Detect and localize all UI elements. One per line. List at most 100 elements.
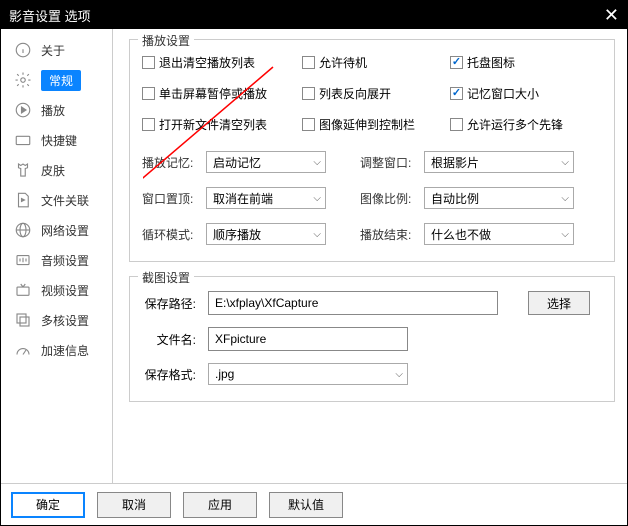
chevron-down-icon: ⌵ bbox=[395, 369, 403, 380]
sidebar-item-label: 皮肤 bbox=[41, 162, 65, 179]
checkbox-icon bbox=[142, 56, 155, 69]
info-icon bbox=[13, 40, 33, 60]
playback-legend: 播放设置 bbox=[138, 32, 194, 49]
checkbox-tray-icon[interactable]: 托盘图标 bbox=[450, 54, 515, 71]
select-save-format[interactable]: .jpg ⌵ bbox=[208, 363, 408, 385]
titlebar: 影音设置 选项 ✕ bbox=[1, 1, 627, 29]
select-value: 启动记忆 bbox=[213, 154, 261, 171]
checkbox-allow-standby[interactable]: 允许待机 bbox=[302, 54, 450, 71]
checkbox-label: 允许待机 bbox=[319, 54, 367, 71]
sidebar-item-skin[interactable]: 皮肤 bbox=[1, 155, 112, 185]
checkbox-label: 图像延伸到控制栏 bbox=[319, 116, 415, 133]
footer: 确定 取消 应用 默认值 bbox=[1, 483, 627, 525]
sidebar-item-network[interactable]: 网络设置 bbox=[1, 215, 112, 245]
checkbox-icon bbox=[142, 87, 155, 100]
filename-input[interactable] bbox=[208, 327, 408, 351]
window-title: 影音设置 选项 bbox=[9, 6, 91, 25]
checkbox-extend-image[interactable]: 图像延伸到控制栏 bbox=[302, 116, 450, 133]
content-panel: 播放设置 退出清空播放列表 允许待机 托盘图标 单击屏幕暂停或播放 列表反向展开… bbox=[113, 29, 627, 483]
checkbox-label: 单击屏幕暂停或播放 bbox=[159, 85, 267, 102]
checkbox-reverse-expand[interactable]: 列表反向展开 bbox=[302, 85, 450, 102]
sidebar-item-label: 关于 bbox=[41, 42, 65, 59]
globe-icon bbox=[13, 220, 33, 240]
sidebar-item-label: 音频设置 bbox=[41, 252, 89, 269]
sidebar-item-playback[interactable]: 播放 bbox=[1, 95, 112, 125]
checkbox-label: 记忆窗口大小 bbox=[467, 85, 539, 102]
checkbox-clear-on-exit[interactable]: 退出清空播放列表 bbox=[142, 54, 302, 71]
checkbox-icon bbox=[450, 87, 463, 100]
checkbox-icon bbox=[302, 87, 315, 100]
select-playback-end[interactable]: 什么也不做 ⌵ bbox=[424, 223, 574, 245]
sidebar-item-accel[interactable]: 加速信息 bbox=[1, 335, 112, 365]
ok-button[interactable]: 确定 bbox=[11, 492, 85, 518]
speed-icon bbox=[13, 340, 33, 360]
chevron-down-icon: ⌵ bbox=[313, 193, 321, 204]
checkbox-icon bbox=[302, 118, 315, 131]
checkbox-label: 允许运行多个先锋 bbox=[467, 116, 563, 133]
path-label: 保存路径: bbox=[142, 295, 202, 312]
layers-icon bbox=[13, 310, 33, 330]
select-window-top[interactable]: 取消在前端 ⌵ bbox=[206, 187, 326, 209]
chevron-down-icon: ⌵ bbox=[313, 229, 321, 240]
sidebar-item-audio[interactable]: 音频设置 bbox=[1, 245, 112, 275]
checkbox-multi-instance[interactable]: 允许运行多个先锋 bbox=[450, 116, 563, 133]
save-path-input[interactable] bbox=[208, 291, 498, 315]
checkbox-label: 打开新文件清空列表 bbox=[159, 116, 267, 133]
tv-icon bbox=[13, 280, 33, 300]
checkbox-label: 托盘图标 bbox=[467, 54, 515, 71]
sidebar-item-label: 视频设置 bbox=[41, 282, 89, 299]
select-adjust-window[interactable]: 根据影片 ⌵ bbox=[424, 151, 574, 173]
sidebar-item-hotkeys[interactable]: 快捷键 bbox=[1, 125, 112, 155]
sidebar-item-file-assoc[interactable]: 文件关联 bbox=[1, 185, 112, 215]
sidebar-item-label: 多核设置 bbox=[41, 312, 89, 329]
shirt-icon bbox=[13, 160, 33, 180]
select-playback-memory[interactable]: 启动记忆 ⌵ bbox=[206, 151, 326, 173]
checkbox-icon bbox=[450, 118, 463, 131]
select-loop-mode[interactable]: 顺序播放 ⌵ bbox=[206, 223, 326, 245]
file-icon bbox=[13, 190, 33, 210]
apply-button[interactable]: 应用 bbox=[183, 492, 257, 518]
select-label: 播放结束: bbox=[360, 226, 424, 243]
sidebar-item-about[interactable]: 关于 bbox=[1, 35, 112, 65]
chevron-down-icon: ⌵ bbox=[561, 229, 569, 240]
select-value: 自动比例 bbox=[431, 190, 479, 207]
select-value: .jpg bbox=[215, 367, 234, 381]
chevron-down-icon: ⌵ bbox=[313, 157, 321, 168]
sidebar-item-label: 文件关联 bbox=[41, 192, 89, 209]
cancel-button[interactable]: 取消 bbox=[97, 492, 171, 518]
filename-label: 文件名: bbox=[142, 331, 202, 348]
select-label: 调整窗口: bbox=[360, 154, 424, 171]
select-value: 什么也不做 bbox=[431, 226, 491, 243]
checkbox-icon bbox=[450, 56, 463, 69]
sidebar-item-video[interactable]: 视频设置 bbox=[1, 275, 112, 305]
sidebar-item-multicore[interactable]: 多核设置 bbox=[1, 305, 112, 335]
sidebar-item-label: 播放 bbox=[41, 102, 65, 119]
checkbox-label: 列表反向展开 bbox=[319, 85, 391, 102]
chevron-down-icon: ⌵ bbox=[561, 193, 569, 204]
checkbox-remember-size[interactable]: 记忆窗口大小 bbox=[450, 85, 539, 102]
chevron-down-icon: ⌵ bbox=[561, 157, 569, 168]
checkbox-label: 退出清空播放列表 bbox=[159, 54, 255, 71]
default-button[interactable]: 默认值 bbox=[269, 492, 343, 518]
play-icon bbox=[13, 100, 33, 120]
sidebar-item-general[interactable]: 常规 bbox=[1, 65, 112, 95]
select-value: 根据影片 bbox=[431, 154, 479, 171]
sidebar-item-label: 快捷键 bbox=[41, 132, 77, 149]
select-aspect-ratio[interactable]: 自动比例 ⌵ bbox=[424, 187, 574, 209]
checkbox-click-pause[interactable]: 单击屏幕暂停或播放 bbox=[142, 85, 302, 102]
select-value: 顺序播放 bbox=[213, 226, 261, 243]
checkbox-icon bbox=[302, 56, 315, 69]
sidebar-item-label: 网络设置 bbox=[41, 222, 89, 239]
playback-fieldset: 播放设置 退出清空播放列表 允许待机 托盘图标 单击屏幕暂停或播放 列表反向展开… bbox=[129, 39, 615, 262]
screenshot-legend: 截图设置 bbox=[138, 269, 194, 286]
select-value: 取消在前端 bbox=[213, 190, 273, 207]
checkbox-clear-on-open[interactable]: 打开新文件清空列表 bbox=[142, 116, 302, 133]
sidebar-item-label: 常规 bbox=[41, 70, 81, 91]
checkbox-icon bbox=[142, 118, 155, 131]
browse-button[interactable]: 选择 bbox=[528, 291, 590, 315]
format-label: 保存格式: bbox=[142, 366, 202, 383]
keyboard-icon bbox=[13, 130, 33, 150]
gear-icon bbox=[13, 70, 33, 90]
close-icon[interactable]: ✕ bbox=[604, 5, 619, 26]
sidebar-item-label: 加速信息 bbox=[41, 342, 89, 359]
